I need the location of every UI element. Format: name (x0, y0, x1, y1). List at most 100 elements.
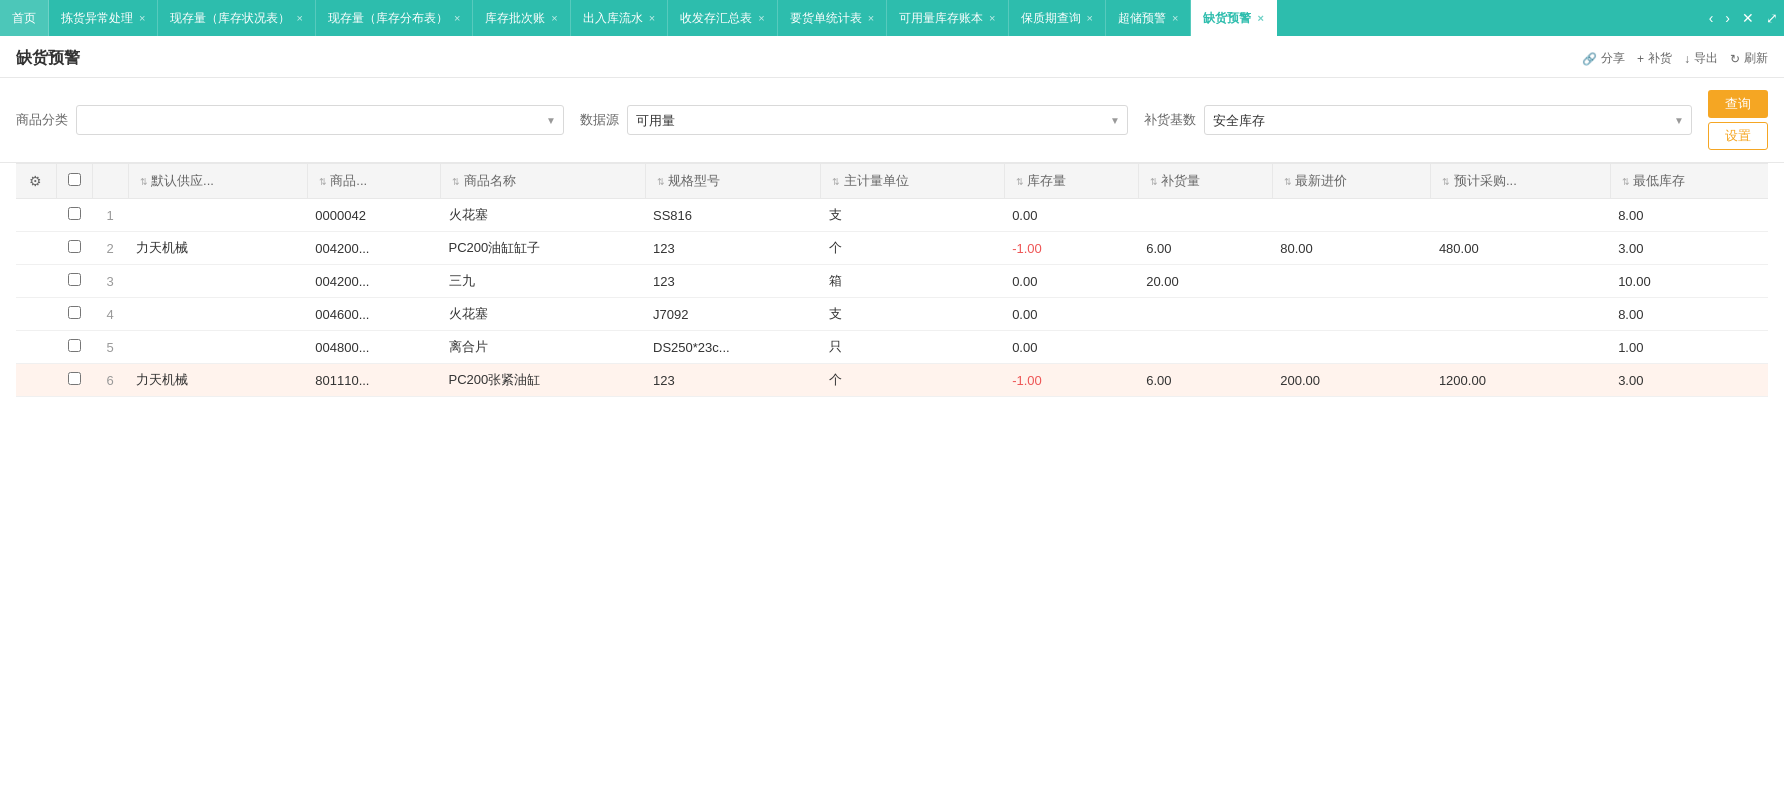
row-replenish: 6.00 (1138, 232, 1272, 265)
category-select[interactable] (76, 105, 564, 135)
close-icon[interactable]: × (1172, 12, 1178, 24)
tab-label: 库存批次账 (485, 10, 545, 27)
category-filter-label: 商品分类 (16, 111, 68, 129)
row-checkbox[interactable] (68, 306, 81, 319)
close-icon[interactable]: × (139, 12, 145, 24)
table-row: 4 004600... 火花塞 J7092 支 0.00 8.00 (16, 298, 1768, 331)
settings-button[interactable]: 设置 (1708, 122, 1768, 150)
tab-label: 现存量（库存分布表） (328, 10, 448, 27)
row-checkbox[interactable] (68, 372, 81, 385)
tab-label: 保质期查询 (1021, 10, 1081, 27)
export-button[interactable]: ↓ 导出 (1684, 50, 1718, 67)
tab-prev-button[interactable]: ‹ (1703, 0, 1720, 36)
row-min-stock: 3.00 (1610, 232, 1768, 265)
table-row: 6 力天机械 801110... PC200张紧油缸 123 个 -1.00 6… (16, 364, 1768, 397)
row-stock: 0.00 (1004, 331, 1138, 364)
close-icon[interactable]: × (1257, 12, 1263, 24)
row-spec: DS250*23c... (645, 331, 821, 364)
row-stock: 0.00 (1004, 298, 1138, 331)
row-checkbox[interactable] (68, 339, 81, 352)
tab-可用量库存账本[interactable]: 可用量库存账本 × (887, 0, 1008, 36)
replenish-button[interactable]: + 补货 (1637, 50, 1672, 67)
col-header-replenish: ⇅ 补货量 (1138, 164, 1272, 199)
row-spec: J7092 (645, 298, 821, 331)
tab-保质期查询[interactable]: 保质期查询 × (1009, 0, 1106, 36)
row-index: 2 (92, 232, 128, 265)
close-icon[interactable]: × (758, 12, 764, 24)
row-latest-price (1272, 199, 1431, 232)
tab-label: 现存量（库存状况表） (170, 10, 290, 27)
row-latest-price: 200.00 (1272, 364, 1431, 397)
col-spec-sort-icon: ⇅ (657, 177, 665, 187)
col-name-sort-icon: ⇅ (452, 177, 460, 187)
close-icon[interactable]: × (1087, 12, 1093, 24)
tab-bar: 首页 拣货异常处理 × 现存量（库存状况表） × 现存量（库存分布表） × 库存… (0, 0, 1784, 36)
table-row: 1 0000042 火花塞 SS816 支 0.00 8.00 (16, 199, 1768, 232)
replenish-base-filter-group: 补货基数 安全库存 最低库存 ▼ (1144, 105, 1692, 135)
share-button[interactable]: 🔗 分享 (1582, 50, 1625, 67)
tab-close-all-button[interactable]: ✕ (1736, 0, 1760, 36)
tab-nav-buttons: ‹ › ✕ ⤢ (1703, 0, 1784, 36)
row-spec: 123 (645, 265, 821, 298)
close-icon[interactable]: × (551, 12, 557, 24)
row-supplier: 力天机械 (128, 364, 307, 397)
tab-next-button[interactable]: › (1719, 0, 1736, 36)
replenish-label: 补货 (1648, 50, 1672, 67)
row-spec: 123 (645, 232, 821, 265)
row-checkbox[interactable] (68, 207, 81, 220)
tab-收发存汇总表[interactable]: 收发存汇总表 × (668, 0, 777, 36)
row-checkbox-cell (56, 199, 92, 232)
tab-label: 出入库流水 (583, 10, 643, 27)
row-checkbox-cell (56, 232, 92, 265)
replenish-icon: + (1637, 52, 1644, 66)
tab-超储预警[interactable]: 超储预警 × (1106, 0, 1191, 36)
row-unit: 个 (821, 232, 1004, 265)
row-replenish (1138, 199, 1272, 232)
query-button[interactable]: 查询 (1708, 90, 1768, 118)
row-stock: -1.00 (1004, 232, 1138, 265)
row-checkbox[interactable] (68, 273, 81, 286)
col-header-estimated-purchase: ⇅ 预计采购... (1431, 164, 1610, 199)
row-gear-cell (16, 298, 56, 331)
replenish-base-select-wrapper: 安全库存 最低库存 ▼ (1204, 105, 1692, 135)
row-spec: 123 (645, 364, 821, 397)
row-replenish (1138, 298, 1272, 331)
tab-现存量库存分布表[interactable]: 现存量（库存分布表） × (316, 0, 473, 36)
close-icon[interactable]: × (868, 12, 874, 24)
tab-现存量库存状况表[interactable]: 现存量（库存状况表） × (158, 0, 315, 36)
close-icon[interactable]: × (454, 12, 460, 24)
close-icon[interactable]: × (649, 12, 655, 24)
close-icon[interactable]: × (989, 12, 995, 24)
col-unit-sort-icon: ⇅ (832, 177, 840, 187)
row-product-name: 离合片 (441, 331, 645, 364)
row-index: 6 (92, 364, 128, 397)
replenish-base-select[interactable]: 安全库存 最低库存 (1204, 105, 1692, 135)
row-latest-price (1272, 298, 1431, 331)
row-estimated-purchase (1431, 331, 1610, 364)
col-price-sort-icon: ⇅ (1284, 177, 1292, 187)
table-container: ⚙ ⇅ 默认供应... ⇅ 商品... ⇅ (0, 163, 1784, 397)
tab-fullscreen-button[interactable]: ⤢ (1760, 0, 1784, 36)
row-min-stock: 10.00 (1610, 265, 1768, 298)
export-label: 导出 (1694, 50, 1718, 67)
tab-要货单统计表[interactable]: 要货单统计表 × (778, 0, 887, 36)
row-checkbox[interactable] (68, 240, 81, 253)
close-icon[interactable]: × (296, 12, 302, 24)
col-est-sort-icon: ⇅ (1442, 177, 1450, 187)
row-latest-price (1272, 265, 1431, 298)
tab-首页[interactable]: 首页 (0, 0, 49, 36)
tab-拣货异常处理[interactable]: 拣货异常处理 × (49, 0, 158, 36)
select-all-checkbox[interactable] (68, 173, 81, 186)
refresh-button[interactable]: ↻ 刷新 (1730, 50, 1768, 67)
row-estimated-purchase (1431, 265, 1610, 298)
tab-库存批次账[interactable]: 库存批次账 × (473, 0, 570, 36)
datasource-select[interactable]: 可用量 库存量 (627, 105, 1128, 135)
tab-出入库流水[interactable]: 出入库流水 × (571, 0, 668, 36)
table-row: 3 004200... 三九 123 箱 0.00 20.00 10.00 (16, 265, 1768, 298)
col-min-sort-icon: ⇅ (1622, 177, 1630, 187)
col-header-product-name: ⇅ 商品名称 (441, 164, 645, 199)
tab-缺货预警[interactable]: 缺货预警 × (1191, 0, 1276, 36)
datasource-select-wrapper: 可用量 库存量 ▼ (627, 105, 1128, 135)
gear-icon[interactable]: ⚙ (29, 173, 42, 189)
col-header-supplier: ⇅ 默认供应... (128, 164, 307, 199)
